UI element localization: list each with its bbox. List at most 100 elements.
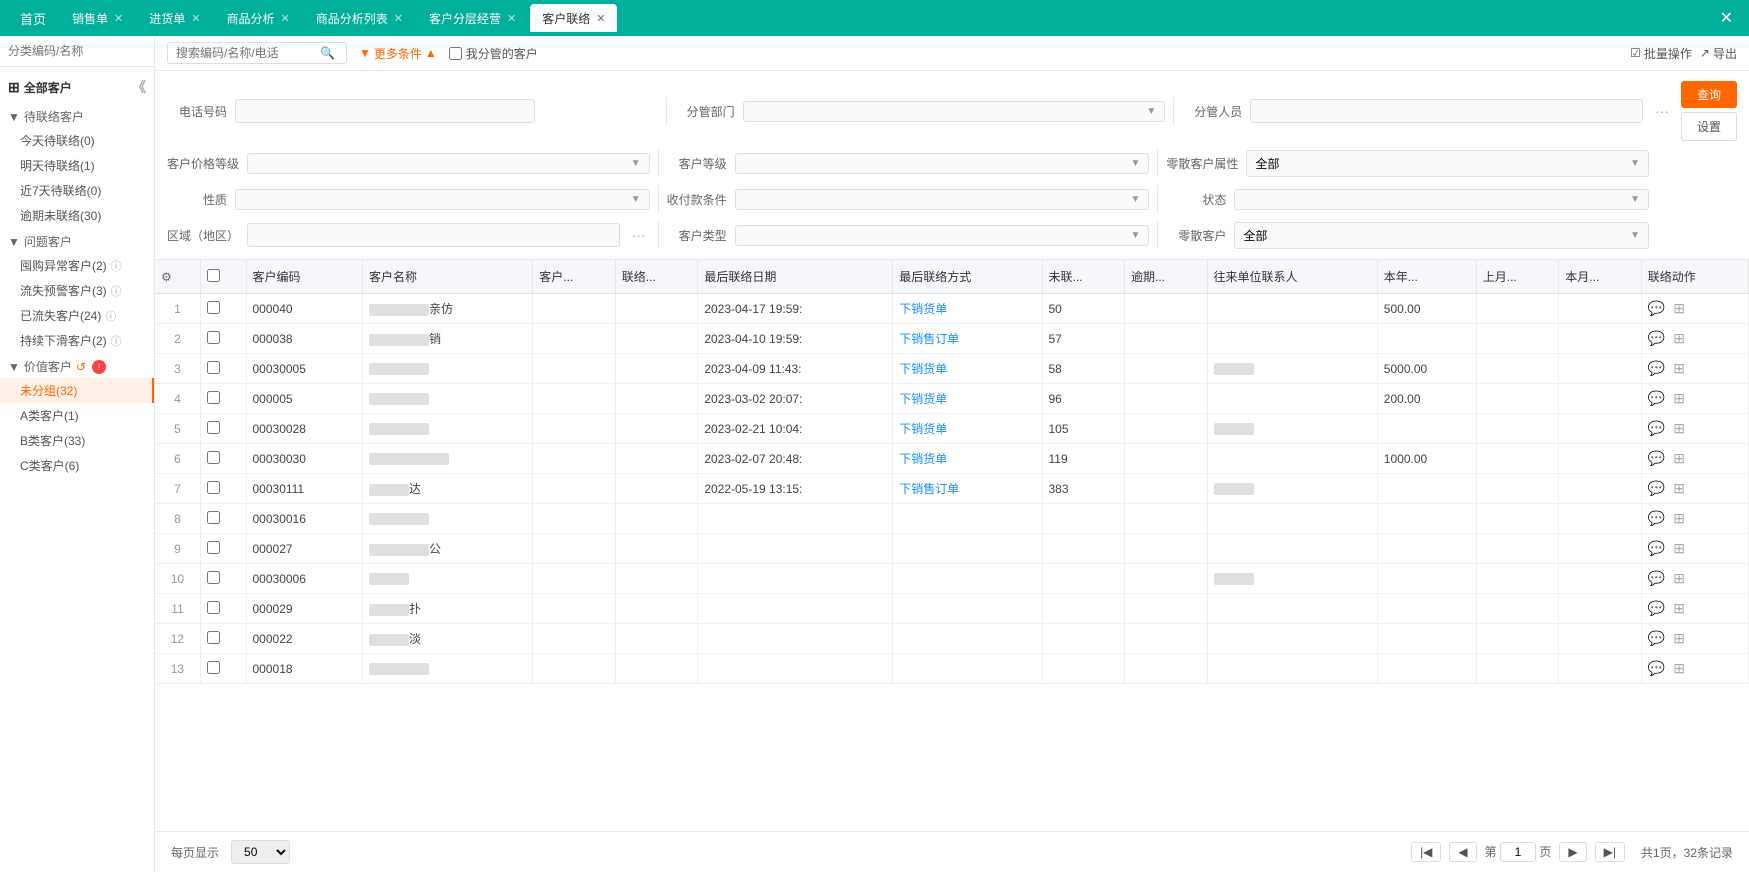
retail-attr-select[interactable]: 全部 ▼: [1246, 150, 1649, 177]
sidebar-item-churned[interactable]: 已流失客户(24) ⓘ: [0, 303, 154, 328]
row-checkbox[interactable]: [207, 481, 220, 494]
row-checkbox[interactable]: [207, 511, 220, 524]
tab-customer-tier[interactable]: 客户分层经营 ✕: [417, 4, 528, 32]
sidebar-item-ungrouped[interactable]: 未分组(32): [0, 378, 154, 403]
chat-icon[interactable]: 💬: [1648, 450, 1665, 467]
customer-type-select[interactable]: ▼: [735, 225, 1150, 246]
region-input[interactable]: [247, 223, 620, 247]
row-checkbox[interactable]: [207, 601, 220, 614]
last-method-link[interactable]: 下销货单: [899, 302, 947, 316]
row-checkbox[interactable]: [207, 331, 220, 344]
contact-column-header[interactable]: 联络...: [615, 260, 698, 294]
tab-product-analysis[interactable]: 商品分析 ✕: [214, 4, 301, 32]
contact-person-column-header[interactable]: 往来单位联系人: [1207, 260, 1377, 294]
chat-icon[interactable]: 💬: [1648, 360, 1665, 377]
last-method-link[interactable]: 下销货单: [899, 452, 947, 466]
close-all-icon[interactable]: ✕: [1712, 8, 1741, 28]
close-icon[interactable]: ✕: [114, 12, 123, 25]
bulk-ops-button[interactable]: ☑ 批量操作: [1630, 45, 1692, 62]
grid-action-icon[interactable]: ⊞: [1673, 330, 1685, 347]
type-column-header[interactable]: 客户...: [533, 260, 616, 294]
last-method-link[interactable]: 下销售订单: [899, 332, 959, 346]
last-method-link[interactable]: 下销货单: [899, 422, 947, 436]
row-checkbox[interactable]: [207, 631, 220, 644]
collapse-icon[interactable]: 《: [132, 77, 146, 97]
last-method-link[interactable]: 下销售订单: [899, 482, 959, 496]
sidebar-item-declining[interactable]: 持续下滑客户(2) ⓘ: [0, 328, 154, 353]
sidebar-all-customers[interactable]: ⊞ 全部客户 《: [0, 71, 154, 103]
chat-icon[interactable]: 💬: [1648, 600, 1665, 617]
grid-action-icon[interactable]: ⊞: [1673, 480, 1685, 497]
gear-icon[interactable]: ⚙: [161, 270, 172, 284]
select-all-checkbox[interactable]: [207, 269, 220, 282]
sidebar-item-7days-pending[interactable]: 近7天待联络(0): [0, 178, 154, 203]
dots-button[interactable]: ···: [1651, 101, 1673, 121]
phone-input[interactable]: [235, 99, 535, 123]
chat-icon[interactable]: 💬: [1648, 540, 1665, 557]
grid-action-icon[interactable]: ⊞: [1673, 360, 1685, 377]
first-page-button[interactable]: |◀: [1411, 842, 1441, 862]
close-icon[interactable]: ✕: [191, 12, 200, 25]
chat-icon[interactable]: 💬: [1648, 510, 1665, 527]
chat-icon[interactable]: 💬: [1648, 420, 1665, 437]
sidebar-item-churn-warning[interactable]: 流失预警客户(3) ⓘ: [0, 278, 154, 303]
chat-icon[interactable]: 💬: [1648, 330, 1665, 347]
query-button[interactable]: 查询: [1681, 81, 1737, 108]
overdue-column-header[interactable]: 逾期...: [1125, 260, 1208, 294]
code-column-header[interactable]: 客户编码: [246, 260, 363, 294]
retail-customer-select[interactable]: 全部 ▼: [1234, 222, 1649, 249]
sidebar-item-class-b[interactable]: B类客户(33): [0, 428, 154, 453]
grid-action-icon[interactable]: ⊞: [1673, 420, 1685, 437]
sidebar-item-class-a[interactable]: A类客户(1): [0, 403, 154, 428]
row-checkbox[interactable]: [207, 541, 220, 554]
tab-purchase-order[interactable]: 进货单 ✕: [137, 4, 212, 32]
last-method-link[interactable]: 下销货单: [899, 392, 947, 406]
status-select[interactable]: ▼: [1234, 189, 1649, 210]
my-customers-checkbox[interactable]: 我分管的客户: [449, 45, 538, 62]
chat-icon[interactable]: 💬: [1648, 390, 1665, 407]
gear-column-header[interactable]: ⚙: [155, 260, 200, 294]
row-checkbox[interactable]: [207, 451, 220, 464]
sidebar-item-hoarding-abnormal[interactable]: 囤购异常客户(2) ⓘ: [0, 253, 154, 278]
export-button[interactable]: ↗ 导出: [1700, 45, 1737, 62]
grid-action-icon[interactable]: ⊞: [1673, 300, 1685, 317]
row-checkbox[interactable]: [207, 571, 220, 584]
this-month-column-header[interactable]: 本月...: [1559, 260, 1642, 294]
this-year-column-header[interactable]: 本年...: [1377, 260, 1476, 294]
sidebar-group-problem[interactable]: ▼ 问题客户: [0, 228, 154, 253]
nature-select[interactable]: ▼: [235, 189, 650, 210]
per-page-select[interactable]: 50 100: [231, 840, 290, 864]
close-icon[interactable]: ✕: [281, 12, 290, 25]
row-checkbox[interactable]: [207, 361, 220, 374]
grid-action-icon[interactable]: ⊞: [1673, 540, 1685, 557]
grid-action-icon[interactable]: ⊞: [1673, 630, 1685, 647]
search-icon[interactable]: 🔍: [320, 46, 335, 60]
tab-sales-order[interactable]: 销售单 ✕: [60, 4, 135, 32]
manager-input[interactable]: [1250, 99, 1643, 123]
uncontacted-column-header[interactable]: 未联...: [1042, 260, 1125, 294]
more-conditions-button[interactable]: ▼ 更多条件 ▲: [359, 45, 437, 62]
grid-action-icon[interactable]: ⊞: [1673, 510, 1685, 527]
sidebar-item-tomorrow-pending[interactable]: 明天待联络(1): [0, 153, 154, 178]
chat-icon[interactable]: 💬: [1648, 630, 1665, 647]
close-icon[interactable]: ✕: [596, 12, 605, 25]
grid-action-icon[interactable]: ⊞: [1673, 600, 1685, 617]
chat-icon[interactable]: 💬: [1648, 480, 1665, 497]
last-method-link[interactable]: 下销货单: [899, 362, 947, 376]
chat-icon[interactable]: 💬: [1648, 300, 1665, 317]
tab-customer-contact[interactable]: 客户联络 ✕: [530, 4, 617, 32]
sidebar-item-overdue-pending[interactable]: 逾期未联络(30): [0, 203, 154, 228]
row-checkbox[interactable]: [207, 421, 220, 434]
row-checkbox[interactable]: [207, 391, 220, 404]
my-customers-check[interactable]: [449, 47, 462, 60]
dept-select[interactable]: ▼: [743, 101, 1166, 122]
sidebar-group-value[interactable]: ▼ 价值客户 ↺ !: [0, 353, 154, 378]
dots-button[interactable]: ···: [628, 225, 650, 245]
close-icon[interactable]: ✕: [394, 12, 403, 25]
payment-select[interactable]: ▼: [735, 189, 1150, 210]
sidebar-search-input[interactable]: [8, 44, 155, 58]
name-column-header[interactable]: 客户名称: [363, 260, 533, 294]
close-icon[interactable]: ✕: [507, 12, 516, 25]
next-page-button[interactable]: ▶: [1559, 842, 1586, 862]
tab-product-analysis-list[interactable]: 商品分析列表 ✕: [304, 4, 415, 32]
